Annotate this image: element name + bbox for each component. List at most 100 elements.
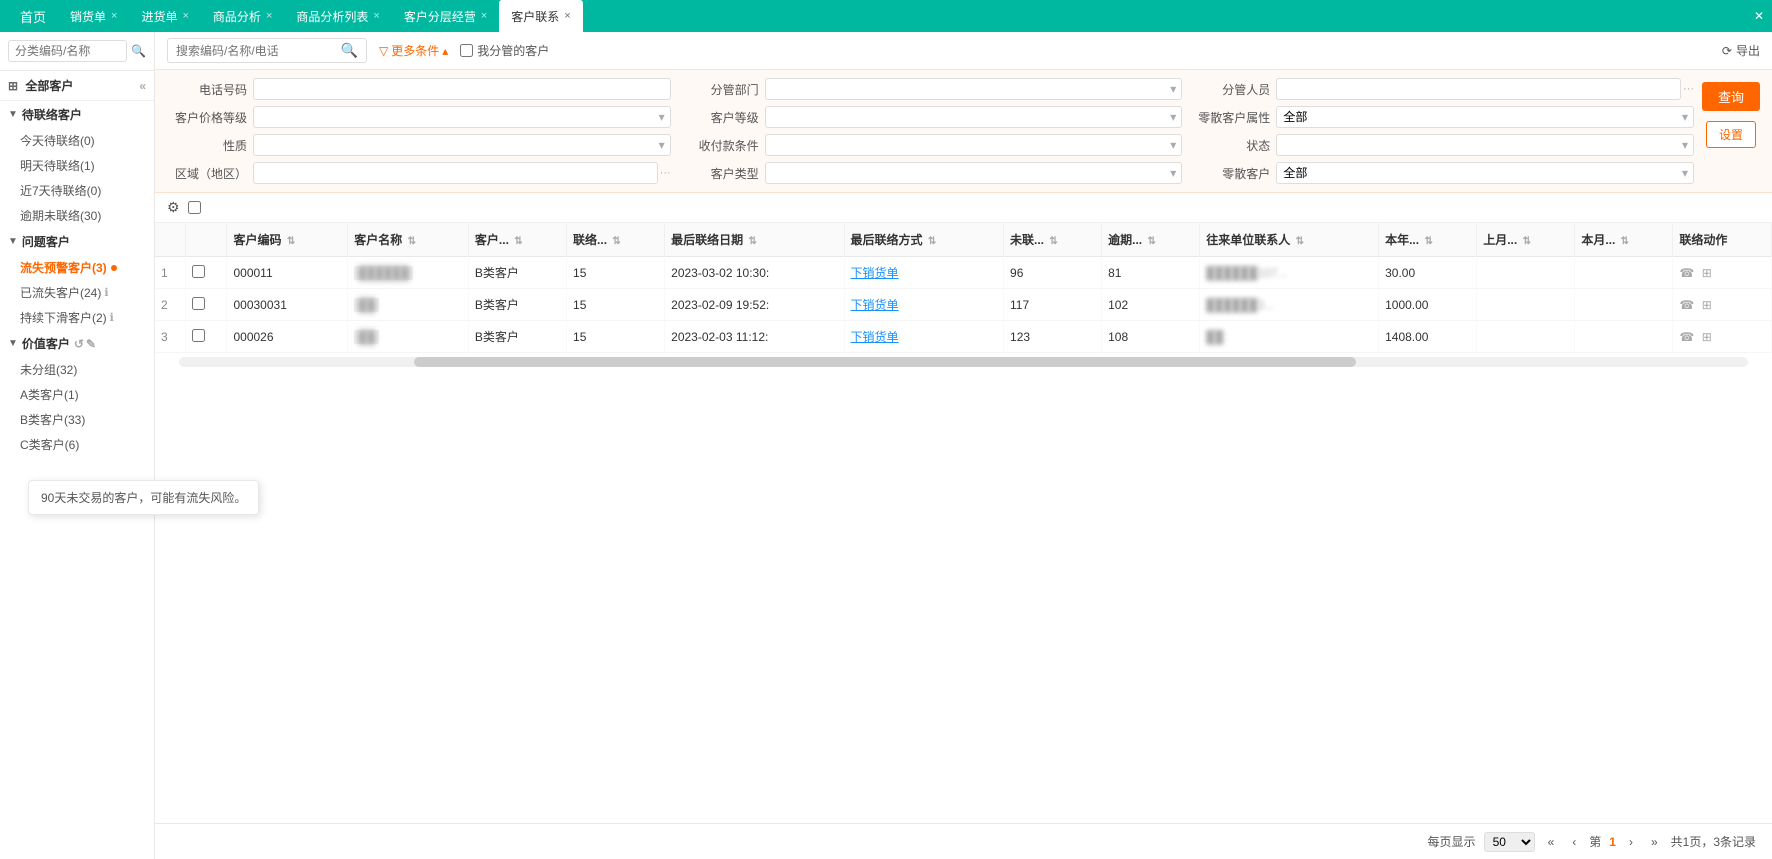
table-gear-icon[interactable]: ⚙ [167,199,180,216]
nav-tab-customer-contact[interactable]: 客户联系 × [499,0,582,32]
sort-icon-code[interactable]: ⇅ [287,236,295,247]
sidebar-group-value[interactable]: ▼ 价值客户 ↺ ✎ [0,330,154,357]
prev-page-btn[interactable]: ‹ [1567,833,1581,851]
sidebar-all-customers[interactable]: ⊞ 全部客户 « [0,71,154,101]
sidebar-item-today[interactable]: 今天待联络(0) [0,128,154,153]
nav-tab-purchase-close[interactable]: × [182,10,188,22]
close-all-btn[interactable]: ✕ [1754,9,1764,23]
cell-not-contacted: 117 [1004,289,1102,321]
filter-nature-select[interactable] [253,134,671,156]
filter-retail-customer-select[interactable]: 全部 [1276,162,1694,184]
action-contact-icon[interactable]: ☎ [1679,330,1694,344]
scrollbar-thumb[interactable] [414,357,1355,367]
filter-more-btn[interactable]: ▽ 更多条件 ▴ [379,42,448,59]
filter-region-input[interactable] [253,162,658,184]
my-customers-checkbox[interactable] [460,44,473,57]
contact-method-link[interactable]: 下销货单 [851,330,899,344]
refresh-icon-value[interactable]: ↺ [74,337,84,351]
nav-tab-analysis-close[interactable]: × [266,10,272,22]
nav-tab-sales[interactable]: 销货单 × [58,0,129,32]
sidebar-item-class-b[interactable]: B类客户(33) [0,407,154,432]
col-not-contacted: 未联... ⇅ [1004,223,1102,257]
action-more-icon[interactable]: ⊞ [1702,266,1712,280]
sort-icon-this-month[interactable]: ⇅ [1621,236,1629,247]
edit-icon-value[interactable]: ✎ [86,337,96,351]
sort-icon-not-contacted[interactable]: ⇅ [1049,236,1057,247]
sidebar-item-class-c[interactable]: C类客户(6) [0,432,154,457]
nav-tab-sales-close[interactable]: × [111,10,117,22]
sort-icon-overdue[interactable]: ⇅ [1147,236,1155,247]
nav-tab-analysis-list[interactable]: 商品分析列表 × [284,0,391,32]
filter-region-more-icon[interactable]: ··· [660,167,671,179]
sidebar-group-problem[interactable]: ▼ 问题客户 [0,228,154,255]
sidebar-item-churned[interactable]: 已流失客户(24) ℹ [0,280,154,305]
sidebar-item-churn-warning[interactable]: 流失预警客户(3) [0,255,154,280]
nav-tab-customer-layer[interactable]: 客户分层经营 × [392,0,499,32]
row-checkbox[interactable] [192,297,205,310]
sort-icon-last-month[interactable]: ⇅ [1523,236,1531,247]
nav-tab-customer-layer-close[interactable]: × [481,10,487,22]
sidebar-item-ungroup[interactable]: 未分组(32) [0,357,154,382]
sort-icon-date[interactable]: ⇅ [749,236,757,247]
filter-phone-input[interactable] [253,78,671,100]
sort-icon-method[interactable]: ⇅ [928,236,936,247]
sidebar-item-declining[interactable]: 持续下滑客户(2) ℹ [0,305,154,330]
sidebar-item-class-a[interactable]: A类客户(1) [0,382,154,407]
cell-method: 下销货单 [844,289,1003,321]
search-icon-btn[interactable]: 🔍 [341,42,358,59]
filter-dept-select[interactable] [765,78,1183,100]
action-contact-icon[interactable]: ☎ [1679,298,1694,312]
filter-payment-select[interactable] [765,134,1183,156]
row-checkbox[interactable] [192,329,205,342]
nav-tab-purchase[interactable]: 进货单 × [129,0,200,32]
sidebar-group-pending-label: 待联络客户 [22,106,82,123]
contact-method-link[interactable]: 下销货单 [851,266,899,280]
per-page-select[interactable]: 50 100 200 [1484,832,1535,852]
action-more-icon[interactable]: ⊞ [1702,298,1712,312]
contact-method-link[interactable]: 下销货单 [851,298,899,312]
action-more-icon[interactable]: ⊞ [1702,330,1712,344]
filter-person-input[interactable] [1276,78,1681,100]
filter-status-select[interactable] [1276,134,1694,156]
total-info: 共1页，3条记录 [1671,833,1756,850]
sidebar-item-tomorrow[interactable]: 明天待联络(1) [0,153,154,178]
cell-type: B类客户 [468,321,566,353]
filter-person-label: 分管人员 [1190,81,1270,98]
settings-button[interactable]: 设置 [1706,121,1756,148]
nav-tab-analysis[interactable]: 商品分析 × [201,0,284,32]
sidebar-search-icon[interactable]: 🔍 [131,44,146,58]
sidebar-search-input[interactable] [8,40,127,62]
nav-tab-analysis-list-close[interactable]: × [373,10,379,22]
filter-customer-level-select[interactable] [765,106,1183,128]
filter-person-more-icon[interactable]: ··· [1683,83,1694,95]
action-contact-icon[interactable]: ☎ [1679,266,1694,280]
cell-type: B类客户 [468,289,566,321]
sidebar-search-area: 🔍 [0,32,154,71]
nav-tab-customer-contact-close[interactable]: × [564,10,570,22]
sort-icon-unit[interactable]: ⇅ [1296,236,1304,247]
search-input[interactable] [176,44,341,58]
export-btn[interactable]: ⟳ 导出 [1722,42,1760,59]
query-button[interactable]: 查询 [1702,82,1760,111]
sidebar-group-pending[interactable]: ▼ 待联络客户 [0,101,154,128]
collapse-icon[interactable]: « [139,79,146,93]
horizontal-scrollbar[interactable] [179,357,1748,367]
sort-icon-name[interactable]: ⇅ [408,236,416,247]
filter-retail-attr-select[interactable]: 全部 [1276,106,1694,128]
sort-icon-type[interactable]: ⇅ [514,236,522,247]
filter-price-level-select[interactable] [253,106,671,128]
horizontal-scroll-area [155,353,1772,371]
next-page-btn[interactable]: › [1624,833,1638,851]
filter-customer-type-select[interactable] [765,162,1183,184]
sort-icon-year[interactable]: ⇅ [1424,236,1432,247]
first-page-btn[interactable]: « [1543,833,1560,851]
my-customers-checkbox-label: 我分管的客户 [460,42,549,59]
sort-icon-contact[interactable]: ⇅ [612,236,620,247]
row-checkbox[interactable] [192,265,205,278]
select-all-checkbox[interactable] [188,201,201,214]
sidebar-item-overdue[interactable]: 逾期未联络(30) [0,203,154,228]
nav-home[interactable]: 首页 [8,7,58,26]
last-page-btn[interactable]: » [1646,833,1663,851]
col-this-year: 本年... ⇅ [1379,223,1477,257]
sidebar-item-7days[interactable]: 近7天待联络(0) [0,178,154,203]
